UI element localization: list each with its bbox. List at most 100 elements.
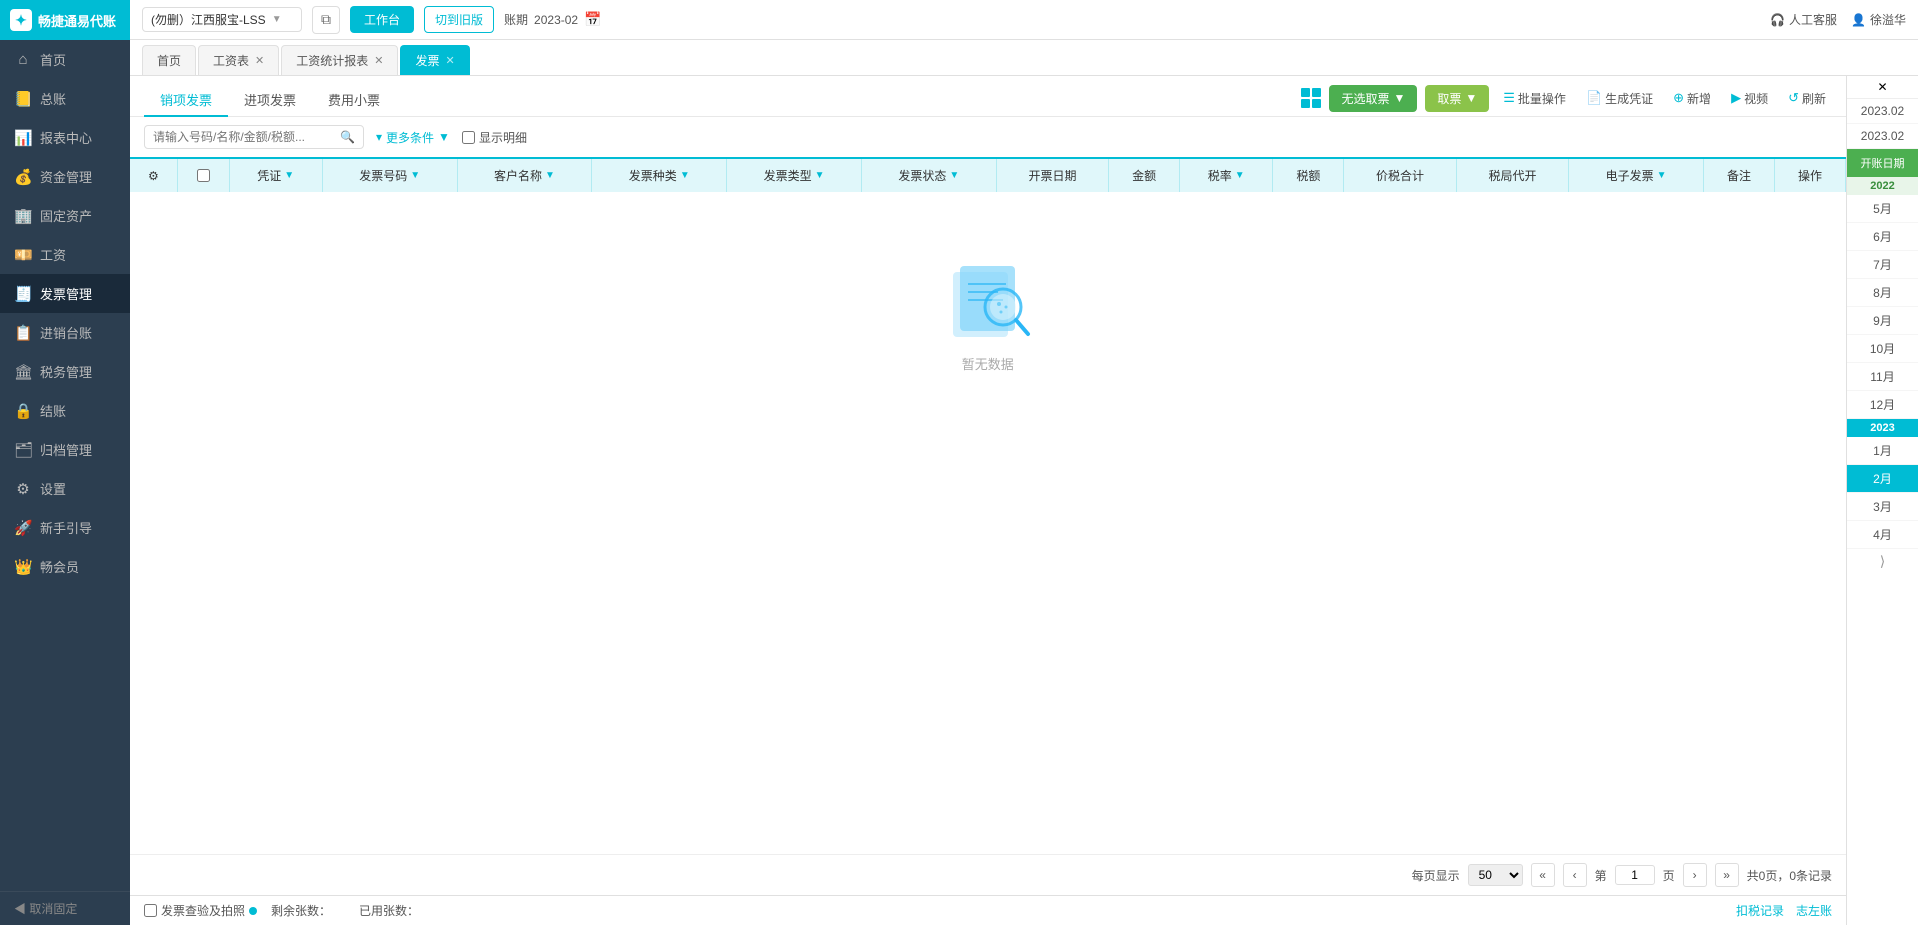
gen-voucher-button[interactable]: 📄 生成凭证 <box>1580 86 1659 111</box>
sub-tab-sales-invoices[interactable]: 销项发票 <box>144 84 228 117</box>
tab-salary-stats-close[interactable]: ✕ <box>374 54 383 67</box>
show-detail-label[interactable]: 显示明细 <box>462 129 527 146</box>
more-filters-button[interactable]: ▾ 更多条件 ▼ <box>376 129 450 146</box>
period-item-2023-02-top2[interactable]: 2023.02 <box>1847 124 1918 149</box>
search-input[interactable] <box>153 130 334 144</box>
sidebar-item-archive[interactable]: 🗂 归档管理 <box>0 430 130 469</box>
show-detail-checkbox[interactable] <box>462 131 475 144</box>
invoice-no-filter-icon[interactable]: ▼ <box>410 170 420 181</box>
video-button[interactable]: ▶ 视频 <box>1725 86 1774 111</box>
next-page-button[interactable]: › <box>1683 863 1707 887</box>
sidebar-item-closing[interactable]: 🔒 结账 <box>0 391 130 430</box>
period-item-2023-02-top1[interactable]: 2023.02 <box>1847 99 1918 124</box>
month-11[interactable]: 11月 <box>1847 363 1918 391</box>
verify-check-label[interactable]: 发票查验及拍照 <box>144 902 257 919</box>
prev-page-button[interactable]: ‹ <box>1563 863 1587 887</box>
tab-salary-table-close[interactable]: ✕ <box>255 54 264 67</box>
sidebar-item-funds[interactable]: 💰 资金管理 <box>0 157 130 196</box>
company-selector[interactable]: (勿删）江西服宝-LSS ▼ <box>142 7 302 32</box>
sidebar-item-payroll[interactable]: 💴 工资 <box>0 235 130 274</box>
sidebar-item-settings[interactable]: ⚙ 设置 <box>0 469 130 508</box>
right-panel-expand-button[interactable]: ⟩ <box>1847 549 1918 574</box>
per-page-select[interactable]: 50 20 100 <box>1468 864 1523 886</box>
col-remark: 备注 <box>1704 159 1775 192</box>
tax-icon: 🏛 <box>14 363 32 381</box>
invoice-status-filter-icon[interactable]: ▼ <box>949 170 959 181</box>
year-label-2022: 2022 <box>1847 177 1918 195</box>
batch-ops-button[interactable]: ☰ 批量操作 <box>1497 86 1572 111</box>
last-page-button[interactable]: » <box>1715 863 1739 887</box>
sidebar-item-tax[interactable]: 🏛 税务管理 <box>0 352 130 391</box>
tab-salary-table-label: 工资表 <box>213 52 249 69</box>
invoice-type-filter-icon[interactable]: ▼ <box>680 170 690 181</box>
sidebar-item-ledger[interactable]: 📒 总账 <box>0 79 130 118</box>
sub-tab-expense-receipts[interactable]: 费用小票 <box>312 84 396 117</box>
col-checkbox[interactable] <box>177 159 229 192</box>
sidebar-item-tax-label: 税务管理 <box>40 362 92 381</box>
sidebar-item-home[interactable]: ⌂ 首页 <box>0 40 130 79</box>
grid-view-icon[interactable] <box>1301 88 1321 108</box>
sidebar-item-invoices[interactable]: 🧾 发票管理 <box>0 274 130 313</box>
voucher-filter-icon[interactable]: ▼ <box>284 170 294 181</box>
sidebar-item-funds-label: 资金管理 <box>40 167 92 186</box>
col-tax-rate-label: 税率 <box>1208 167 1232 184</box>
period-value: 2023-02 <box>534 13 578 27</box>
copy-company-button[interactable]: ⧉ <box>312 6 340 34</box>
select-all-checkbox[interactable] <box>197 169 210 182</box>
month-5[interactable]: 5月 <box>1847 195 1918 223</box>
month-7[interactable]: 7月 <box>1847 251 1918 279</box>
no-select-button[interactable]: 无选取票 ▼ <box>1329 85 1417 112</box>
month-10[interactable]: 10月 <box>1847 335 1918 363</box>
month-8[interactable]: 8月 <box>1847 279 1918 307</box>
deduct-record-link[interactable]: 扣税记录 <box>1736 902 1784 919</box>
sidebar-item-payroll-label: 工资 <box>40 245 66 264</box>
month-2023-3[interactable]: 3月 <box>1847 493 1918 521</box>
col-settings[interactable]: ⚙ <box>130 159 177 192</box>
tab-salary-table[interactable]: 工资表 ✕ <box>198 45 279 75</box>
period-label: 账期 <box>504 11 528 28</box>
sidebar-item-guide[interactable]: 🚀 新手引导 <box>0 508 130 547</box>
new-button[interactable]: ⊕ 新增 <box>1667 86 1717 111</box>
sidebar-item-sales[interactable]: 📋 进销台账 <box>0 313 130 352</box>
month-2023-1[interactable]: 1月 <box>1847 437 1918 465</box>
company-chevron-icon: ▼ <box>272 14 282 25</box>
tab-home[interactable]: 首页 <box>142 45 196 75</box>
workbench-button[interactable]: 工作台 <box>350 6 414 33</box>
take-ticket-button[interactable]: 取票 ▼ <box>1425 85 1489 112</box>
tab-invoices[interactable]: 发票 ✕ <box>400 45 469 75</box>
app-logo: ✦ 畅捷通易代账 <box>0 0 130 40</box>
right-panel-close-button[interactable]: ✕ <box>1847 76 1918 99</box>
page-number-input[interactable] <box>1615 865 1655 885</box>
refresh-button[interactable]: ↺ 刷新 <box>1782 86 1832 111</box>
first-page-button[interactable]: « <box>1531 863 1555 887</box>
user-service-link[interactable]: 🎧 人工客服 <box>1770 11 1837 28</box>
verify-checkbox[interactable] <box>144 904 157 917</box>
switch-version-button[interactable]: 切到旧版 <box>424 6 494 33</box>
sidebar-item-member[interactable]: 👑 畅会员 <box>0 547 130 586</box>
month-6[interactable]: 6月 <box>1847 223 1918 251</box>
e-invoice-filter-icon[interactable]: ▼ <box>1657 170 1667 181</box>
col-voucher-label: 凭证 <box>257 167 281 184</box>
invoice-category-filter-icon[interactable]: ▼ <box>815 170 825 181</box>
col-invoice-no: 发票号码 ▼ <box>322 159 457 192</box>
tab-salary-stats[interactable]: 工资统计报表 ✕ <box>281 45 398 75</box>
col-invoice-category-label: 发票类型 <box>764 167 812 184</box>
sub-tab-purchase-invoices[interactable]: 进项发票 <box>228 84 312 117</box>
sidebar-item-reports[interactable]: 📊 报表中心 <box>0 118 130 157</box>
tab-salary-stats-label: 工资统计报表 <box>296 52 368 69</box>
month-2023-4[interactable]: 4月 <box>1847 521 1918 549</box>
col-remark-label: 备注 <box>1727 167 1751 184</box>
sidebar-item-assets[interactable]: 🏢 固定资产 <box>0 196 130 235</box>
unpin-button[interactable]: ◀ 取消固定 <box>0 891 130 925</box>
user-menu[interactable]: 👤 徐溢华 <box>1851 11 1906 28</box>
tab-invoices-close[interactable]: ✕ <box>446 54 455 67</box>
search-icon[interactable]: 🔍 <box>340 130 355 144</box>
open-period-button[interactable]: 开账日期 <box>1847 149 1918 177</box>
month-9[interactable]: 9月 <box>1847 307 1918 335</box>
col-invoice-no-label: 发票号码 <box>359 167 407 184</box>
tax-rate-filter-icon[interactable]: ▼ <box>1235 170 1245 181</box>
month-12[interactable]: 12月 <box>1847 391 1918 419</box>
customer-filter-icon[interactable]: ▼ <box>545 170 555 181</box>
month-2023-2[interactable]: 2月 <box>1847 465 1918 493</box>
left-account-link[interactable]: 志左账 <box>1796 902 1832 919</box>
